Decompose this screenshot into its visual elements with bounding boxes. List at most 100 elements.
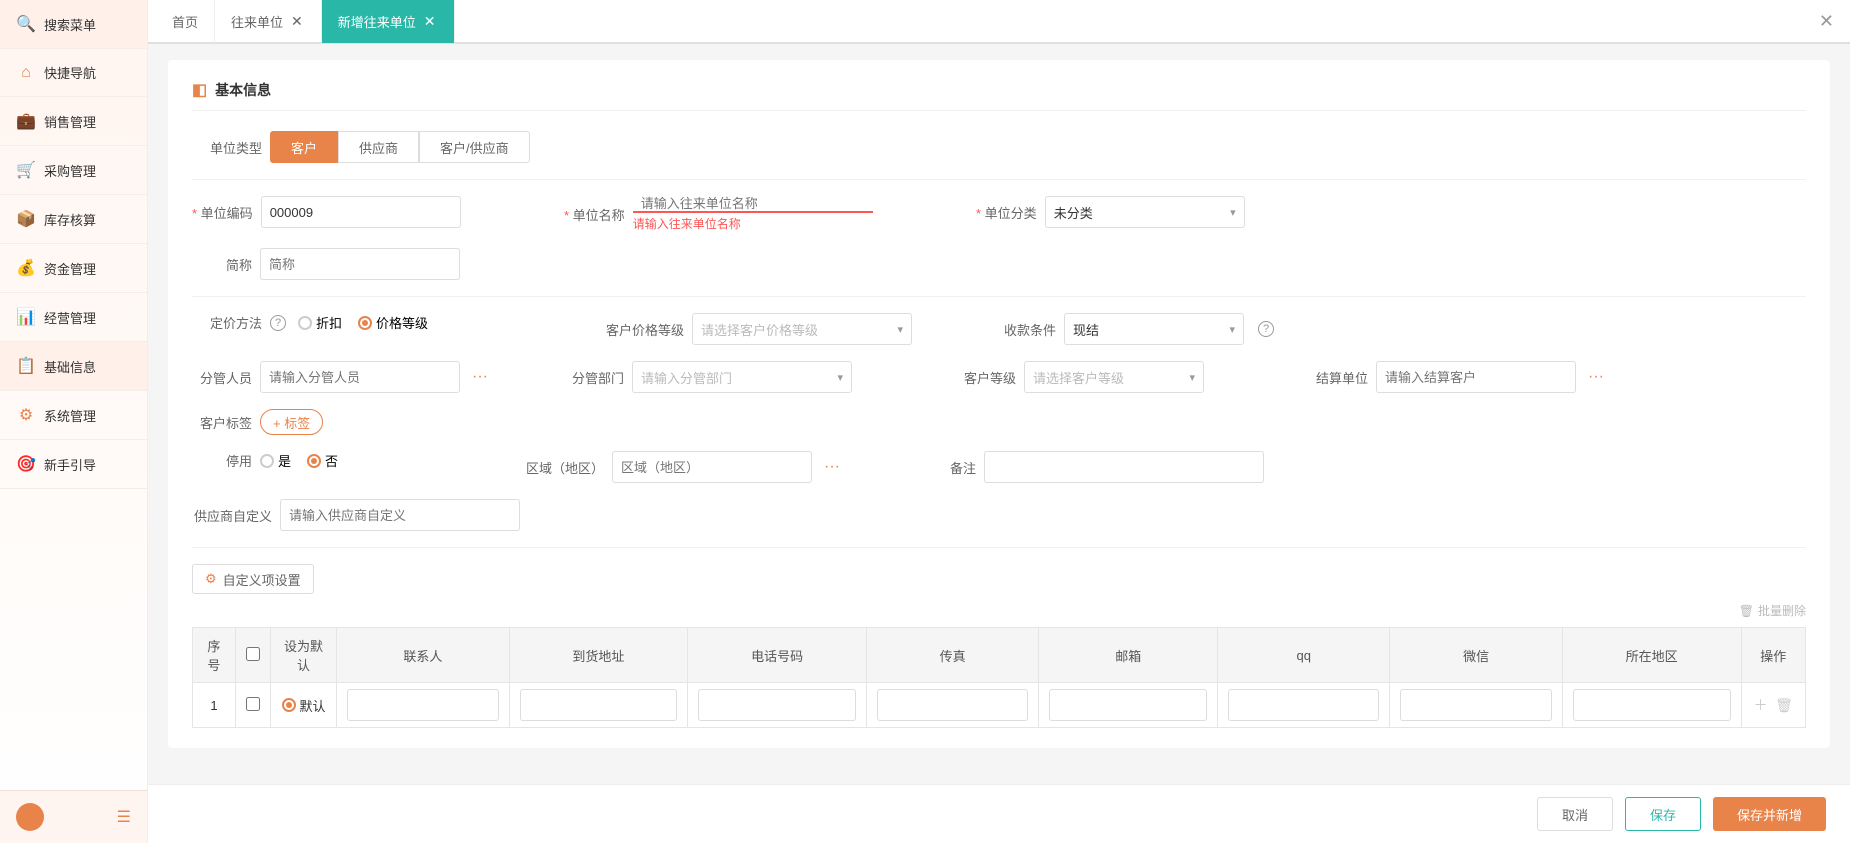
cell-phone (688, 683, 867, 728)
tab-new-partner-close[interactable]: ✕ (422, 14, 438, 28)
sidebar-item-quick-nav[interactable]: ⌂ 快捷导航 (0, 49, 147, 97)
col-email: 邮箱 (1039, 628, 1218, 683)
radio-price-level[interactable]: 价格等级 (358, 313, 428, 332)
sidebar-item-finance[interactable]: 💰 资金管理 (0, 244, 147, 293)
content-area: ◧ 基本信息 单位类型 客户 供应商 客户/供应商 (148, 44, 1850, 784)
home-icon: ⌂ (16, 64, 36, 82)
window-close-icon[interactable]: ✕ (1811, 11, 1842, 32)
save-and-add-button[interactable]: 保存并新增 (1713, 797, 1826, 831)
batch-delete-button[interactable]: 🗑 批量删除 (1739, 602, 1806, 619)
sidebar-item-guide[interactable]: 🎯 新手引导 (0, 440, 147, 489)
customer-level-placeholder: 请选择客户等级 (1033, 368, 1124, 387)
row-default-label: 默认 (300, 696, 326, 715)
cancel-button[interactable]: 取消 (1537, 797, 1613, 831)
disable-label: 停用 (192, 451, 252, 470)
save-button[interactable]: 保存 (1625, 797, 1701, 831)
unit-category-select[interactable]: 未分类 ▾ (1045, 196, 1245, 228)
cell-wechat (1390, 683, 1562, 728)
tab-new-partner[interactable]: 新增往来单位 ✕ (322, 0, 455, 43)
row-default-radio[interactable]: 默认 (281, 696, 326, 715)
cell-default: 默认 (270, 683, 336, 728)
row-contact-input[interactable] (347, 689, 498, 721)
radio-disable-no[interactable]: 否 (307, 451, 338, 470)
purchase-icon: 🛒 (16, 160, 36, 180)
unit-name-input-wrap: 请输入往来单位名称 (633, 196, 944, 232)
payment-terms-help-icon[interactable]: ? (1258, 321, 1274, 337)
type-btn-supplier[interactable]: 供应商 (338, 131, 419, 163)
radio-disable-yes[interactable]: 是 (260, 451, 291, 470)
settlement-unit-input[interactable] (1376, 361, 1576, 393)
tab-partner-close[interactable]: ✕ (289, 14, 305, 28)
cell-no: 1 (193, 683, 236, 728)
pricing-method-radios: 折扣 价格等级 (298, 313, 428, 332)
region-input[interactable] (612, 451, 812, 483)
col-region: 所在地区 (1562, 628, 1741, 683)
sidebar-item-basic-info[interactable]: 📋 基础信息 (0, 342, 147, 391)
unit-category-arrow-icon: ▾ (1230, 206, 1236, 219)
settlement-unit-label: 结算单位 (1308, 368, 1368, 387)
settlement-unit-dots-button[interactable]: ··· (1584, 368, 1608, 386)
row-fax-input[interactable] (877, 689, 1028, 721)
type-btn-both[interactable]: 客户/供应商 (419, 131, 530, 163)
row-add-icon[interactable]: ＋ (1752, 697, 1770, 713)
bottom-bar: 取消 保存 保存并新增 (148, 784, 1850, 843)
manager-dots-button[interactable]: ··· (468, 368, 492, 386)
finance-icon: 💰 (16, 258, 36, 278)
unit-type-row: 单位类型 客户 供应商 客户/供应商 (192, 131, 1806, 163)
row-wechat-input[interactable] (1400, 689, 1551, 721)
sidebar-item-inventory[interactable]: 📦 库存核算 (0, 195, 147, 244)
menu-toggle-icon[interactable]: ☰ (117, 807, 131, 827)
type-btn-customer[interactable]: 客户 (270, 131, 338, 163)
sidebar-item-purchase[interactable]: 🛒 采购管理 (0, 146, 147, 195)
unit-category-field: 单位分类 未分类 ▾ (976, 196, 1316, 228)
unit-name-label: 单位名称 (564, 205, 625, 224)
sidebar-item-operations[interactable]: 📊 经营管理 (0, 293, 147, 342)
sidebar-item-sales[interactable]: 💼 销售管理 (0, 97, 147, 146)
radio-disable-no-circle (307, 454, 321, 468)
pricing-method-help-icon[interactable]: ? (270, 315, 286, 331)
department-arrow-icon: ▾ (837, 371, 843, 384)
row-qq-input[interactable] (1228, 689, 1379, 721)
radio-discount[interactable]: 折扣 (298, 313, 342, 332)
tab-partner[interactable]: 往来单位 ✕ (215, 0, 322, 43)
short-name-input[interactable] (260, 248, 460, 280)
cell-action: ＋ 🗑 (1741, 683, 1805, 728)
payment-terms-value: 现结 (1073, 320, 1099, 339)
row-checkbox[interactable] (246, 697, 260, 711)
row-delete-icon[interactable]: 🗑 (1773, 697, 1795, 713)
customer-level-label: 客户等级 (956, 368, 1016, 387)
sidebar-item-system[interactable]: ⚙ 系统管理 (0, 391, 147, 440)
supplier-custom-input[interactable] (280, 499, 520, 531)
cell-qq (1218, 683, 1390, 728)
sidebar-item-search[interactable]: 🔍 搜索菜单 (0, 0, 147, 49)
row-phone-input[interactable] (698, 689, 856, 721)
row-default-radio-circle (282, 698, 296, 712)
pricing-method-label: 定价方法 (192, 313, 262, 332)
row-email-input[interactable] (1049, 689, 1207, 721)
manager-label: 分管人员 (192, 368, 252, 387)
unit-type-field: 单位类型 客户 供应商 客户/供应商 (192, 131, 1806, 163)
row-address-input[interactable] (520, 689, 678, 721)
unit-code-input[interactable] (261, 196, 461, 228)
custom-settings-button[interactable]: ⚙ 自定义项设置 (192, 564, 314, 594)
cell-address (509, 683, 688, 728)
add-tag-button[interactable]: + 标签 (260, 409, 323, 435)
unit-name-input[interactable] (633, 196, 873, 213)
cell-region (1562, 683, 1741, 728)
col-qq: qq (1218, 628, 1390, 683)
department-select[interactable]: 请输入分管部门 ▾ (632, 361, 852, 393)
tab-home[interactable]: 首页 (156, 0, 215, 43)
remark-input[interactable] (984, 451, 1264, 483)
sidebar: 🔍 搜索菜单 ⌂ 快捷导航 💼 销售管理 🛒 采购管理 📦 库存核算 💰 资金管… (0, 0, 148, 843)
region-dots-button[interactable]: ··· (820, 458, 844, 476)
customer-level-select[interactable]: 请选择客户等级 ▾ (1024, 361, 1204, 393)
short-name-label: 简称 (192, 255, 252, 274)
col-contact: 联系人 (337, 628, 509, 683)
payment-terms-select[interactable]: 现结 ▾ (1064, 313, 1244, 345)
customer-price-level-select[interactable]: 请选择客户价格等级 ▾ (692, 313, 912, 345)
manager-input[interactable] (260, 361, 460, 393)
basic-info-card: ◧ 基本信息 单位类型 客户 供应商 客户/供应商 (168, 60, 1830, 748)
row-region-input[interactable] (1573, 689, 1731, 721)
select-all-checkbox[interactable] (246, 647, 260, 661)
unit-name-field: 单位名称 请输入往来单位名称 (564, 196, 944, 232)
